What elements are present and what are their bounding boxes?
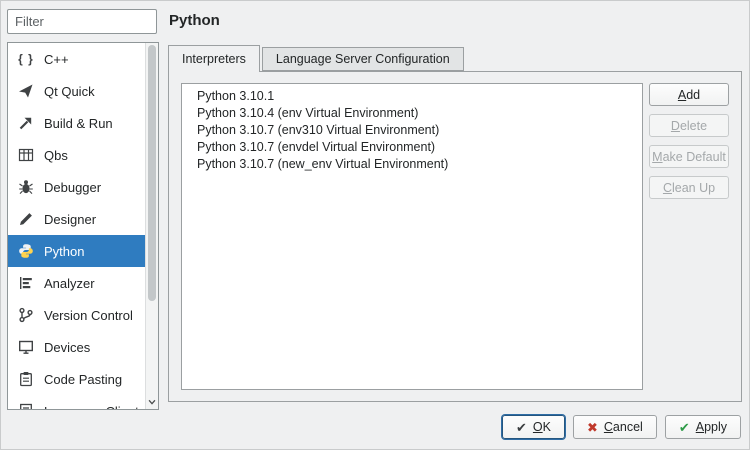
- ok-check-icon: ✔: [516, 419, 527, 435]
- sidebar-item-label: Qbs: [44, 147, 68, 163]
- python-icon: [17, 243, 35, 259]
- delete-button[interactable]: Delete: [649, 114, 729, 137]
- sidebar-scrollbar[interactable]: [145, 43, 158, 409]
- interpreter-list-item[interactable]: Python 3.10.4 (env Virtual Environment): [182, 105, 642, 122]
- scrollbar-thumb[interactable]: [148, 45, 156, 302]
- chevron-down-icon: [147, 397, 157, 407]
- braces-icon: { }: [18, 52, 34, 66]
- ok-button[interactable]: ✔ OK: [502, 415, 565, 439]
- interpreter-list-item[interactable]: Python 3.10.7 (envdel Virtual Environmen…: [182, 139, 642, 156]
- sidebar-item-label: Build & Run: [44, 115, 113, 131]
- sidebar-item-designer[interactable]: Designer: [8, 203, 145, 235]
- sidebar-item-build-run[interactable]: Build & Run: [8, 107, 145, 139]
- branch-icon: [17, 307, 35, 323]
- sidebar-item-qt-quick[interactable]: Qt Quick: [8, 75, 145, 107]
- sidebar-item-python[interactable]: Python: [8, 235, 145, 267]
- sidebar-item-analyzer[interactable]: Analyzer: [8, 267, 145, 299]
- interpreter-list-item[interactable]: Python 3.10.7 (env310 Virtual Environmen…: [182, 122, 642, 139]
- grid-icon: [17, 147, 35, 163]
- sidebar-item-label: C++: [44, 51, 69, 67]
- sidebar-item-label: Debugger: [44, 179, 102, 195]
- apply-check-icon: ✔: [678, 419, 690, 435]
- make-default-button[interactable]: Make Default: [649, 145, 729, 168]
- add-button[interactable]: Add: [649, 83, 729, 106]
- sidebar-item-label: Analyzer: [44, 275, 95, 291]
- sidebar-item-cpp[interactable]: { } C++: [8, 43, 145, 75]
- cancel-x-icon: ✖: [586, 419, 598, 435]
- analyzer-icon: [17, 275, 35, 291]
- clean-up-button[interactable]: Clean Up: [649, 176, 729, 199]
- sidebar-item-label: Language Client: [44, 404, 139, 410]
- sidebar-item-debugger[interactable]: Debugger: [8, 171, 145, 203]
- dialog-buttons: ✔ OK ✖ Cancel ✔ Apply: [502, 415, 741, 439]
- filter-input[interactable]: [7, 9, 157, 34]
- sidebar-item-code-pasting[interactable]: Code Pasting: [8, 363, 145, 395]
- tab-interpreters[interactable]: Interpreters: [168, 45, 260, 72]
- apply-button[interactable]: ✔ Apply: [664, 415, 741, 439]
- tab-bar: Interpreters Language Server Configurati…: [168, 45, 466, 72]
- sidebar-item-label: Code Pasting: [44, 371, 123, 387]
- sidebar-item-label: Python: [44, 243, 85, 259]
- interpreter-actions: Add Delete Make Default Clean Up: [649, 83, 729, 199]
- sidebar-item-devices[interactable]: Devices: [8, 331, 145, 363]
- sidebar-item-language-client[interactable]: Language Client: [8, 395, 145, 409]
- pencil-icon: [17, 211, 35, 227]
- tab-language-server-configuration[interactable]: Language Server Configuration: [261, 47, 464, 71]
- document-icon: [17, 403, 35, 409]
- sidebar-item-qbs[interactable]: Qbs: [8, 139, 145, 171]
- monitor-icon: [17, 339, 35, 355]
- sidebar-item-label: Designer: [44, 211, 97, 227]
- scroll-down-button[interactable]: [146, 395, 158, 409]
- bug-icon: [17, 179, 35, 195]
- category-list: { } C++ Qt Quick Build & Run Qbs Debugge…: [7, 42, 159, 410]
- clipboard-icon: [17, 371, 35, 387]
- category-items: { } C++ Qt Quick Build & Run Qbs Debugge…: [8, 43, 145, 409]
- interpreter-list-item[interactable]: Python 3.10.7 (new_env Virtual Environme…: [182, 156, 642, 173]
- page-title: Python: [169, 12, 220, 29]
- cancel-button[interactable]: ✖ Cancel: [572, 415, 657, 439]
- sidebar-item-label: Qt Quick: [44, 83, 95, 99]
- build-run-icon: [17, 115, 35, 131]
- interpreter-list[interactable]: Python 3.10.1 Python 3.10.4 (env Virtual…: [181, 83, 643, 390]
- sidebar-item-label: Version Control: [44, 307, 133, 323]
- options-dialog: { } C++ Qt Quick Build & Run Qbs: [0, 0, 750, 450]
- qt-quick-icon: [17, 83, 35, 99]
- interpreters-panel: Python 3.10.1 Python 3.10.4 (env Virtual…: [168, 71, 742, 402]
- sidebar-item-label: Devices: [44, 339, 91, 355]
- sidebar-item-version-control[interactable]: Version Control: [8, 299, 145, 331]
- interpreter-list-item[interactable]: Python 3.10.1: [182, 88, 642, 105]
